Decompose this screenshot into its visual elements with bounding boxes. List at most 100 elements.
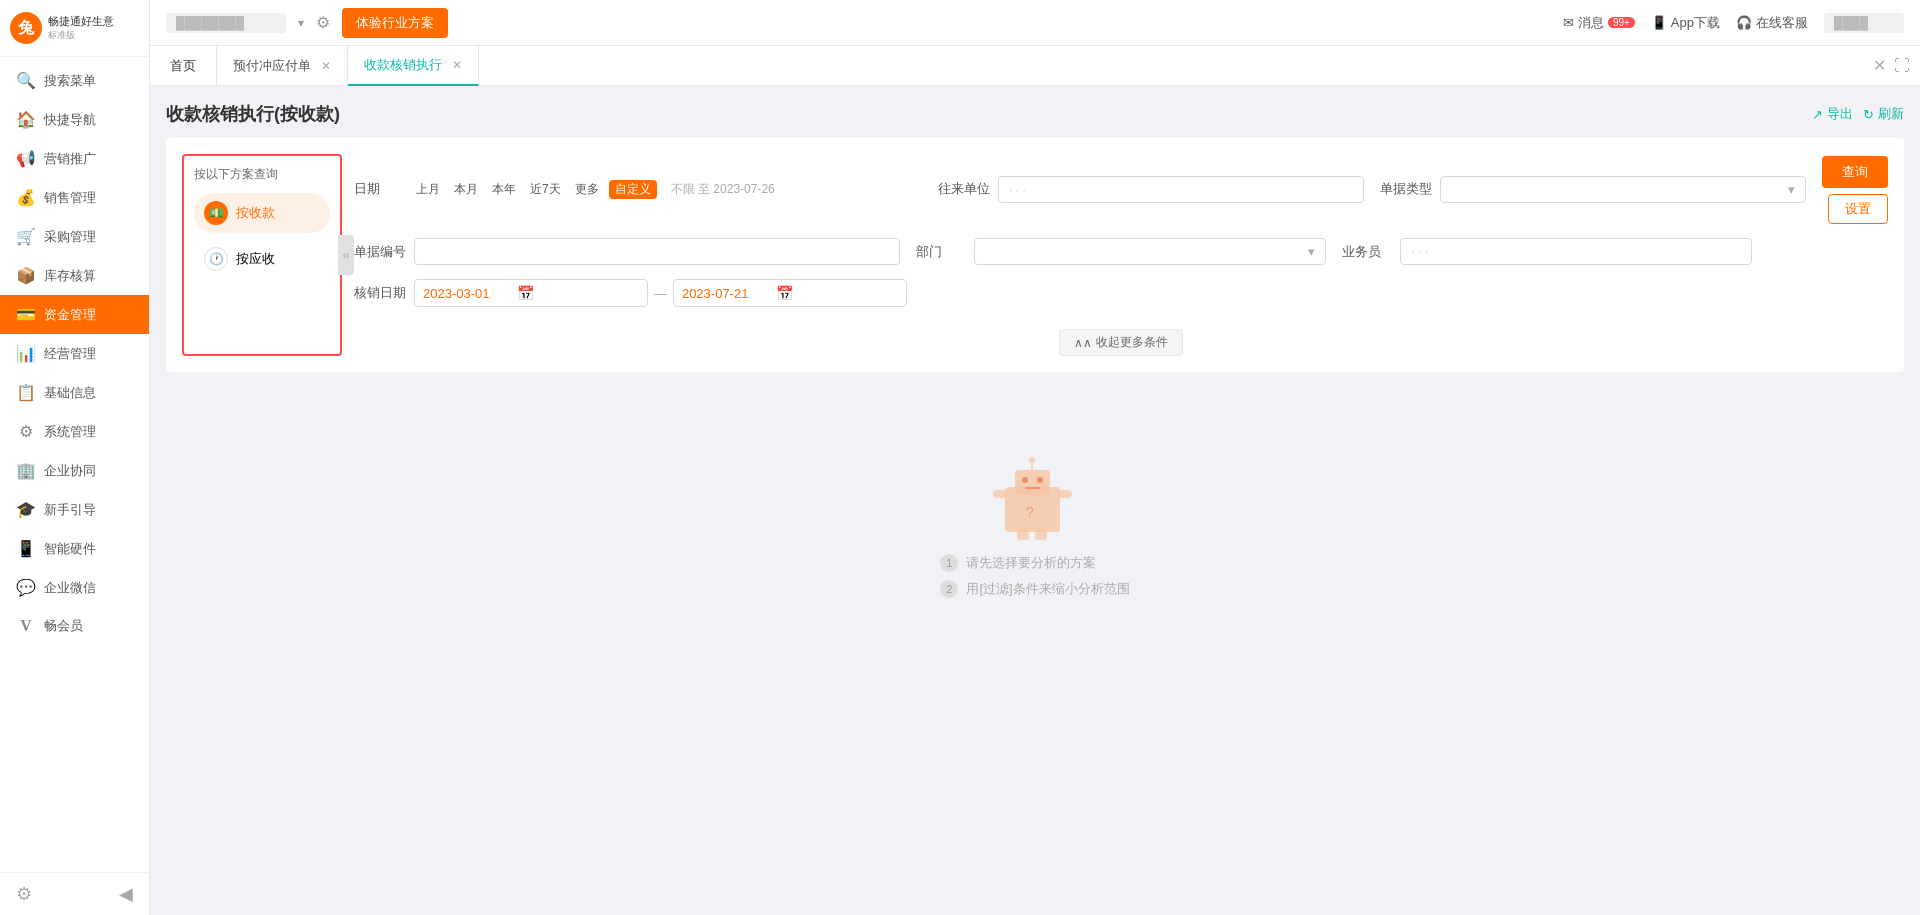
page-header: 收款核销执行(按收款) ↗ 导出 ↻ 刷新: [166, 102, 1904, 126]
download-icon: 📱: [1651, 15, 1667, 30]
staff-select[interactable]: ···: [1400, 238, 1752, 265]
sidebar-item-label: 畅会员: [44, 617, 83, 635]
tab-expand-icon[interactable]: ⛶: [1894, 57, 1910, 75]
svg-point-3: [1037, 477, 1043, 483]
verify-date-end-wrap[interactable]: 📅: [673, 279, 907, 307]
sidebar-item-label: 新手引导: [44, 501, 96, 519]
sidebar-item-purchase[interactable]: 🛒 采购管理: [0, 217, 149, 256]
brand-edition: 标准版: [48, 29, 114, 42]
partner-label: 往来单位: [938, 180, 990, 198]
sidebar-item-inventory[interactable]: 📦 库存核算: [0, 256, 149, 295]
guide-icon: 🎓: [16, 500, 36, 519]
sidebar-item-basic[interactable]: 📋 基础信息: [0, 373, 149, 412]
verify-date-start-wrap[interactable]: 📅: [414, 279, 648, 307]
filter-by-receivable[interactable]: 🕐 按应收: [194, 239, 330, 279]
tab-home[interactable]: 首页: [150, 46, 217, 86]
topbar: ████████ ▾ ⚙ 体验行业方案 ✉ 消息 99+ 📱 App下载 🎧 在…: [150, 0, 1920, 46]
export-label: 导出: [1827, 105, 1853, 123]
page-actions: ↗ 导出 ↻ 刷新: [1812, 105, 1904, 123]
sidebar-item-capital[interactable]: 💳 资金管理: [0, 295, 149, 334]
collapse-sidebar-icon[interactable]: ◀: [119, 883, 133, 905]
svg-rect-9: [1017, 530, 1029, 540]
sidebar-item-marketing[interactable]: 📢 营销推广: [0, 139, 149, 178]
export-btn[interactable]: ↗ 导出: [1812, 105, 1853, 123]
doc-no-input[interactable]: [414, 238, 900, 265]
svg-point-2: [1022, 477, 1028, 483]
dept-select[interactable]: ▾: [974, 238, 1326, 265]
tab-collection[interactable]: 收款核销执行 ✕: [348, 46, 479, 86]
date-range-verify: 📅 — 📅: [414, 279, 907, 307]
date-range-display: 不限 至 2023-07-26: [671, 181, 775, 198]
verify-date-start-input[interactable]: [423, 286, 513, 301]
date-last-month-btn[interactable]: 上月: [412, 179, 444, 200]
member-icon: V: [16, 617, 36, 635]
filter-area: 按以下方案查询 💵 按收款 🕐 按应收 ‹‹ 日期: [166, 138, 1904, 372]
message-btn[interactable]: ✉ 消息 99+: [1563, 14, 1635, 32]
topbar-gear-icon[interactable]: ⚙: [316, 13, 330, 32]
sidebar-item-enterprise[interactable]: 🏢 企业协同: [0, 451, 149, 490]
app-download-btn[interactable]: 📱 App下载: [1651, 14, 1720, 32]
date-more-btn[interactable]: 更多: [571, 179, 603, 200]
collection-icon: 💵: [204, 201, 228, 225]
filter-by-collection[interactable]: 💵 按收款: [194, 193, 330, 233]
tab-close-all-icon[interactable]: ✕: [1873, 56, 1886, 75]
partner-select[interactable]: ···: [998, 176, 1364, 203]
online-service-btn[interactable]: 🎧 在线客服: [1736, 14, 1808, 32]
filter-sidebar-toggle[interactable]: ‹‹: [338, 235, 354, 275]
sidebar-item-member[interactable]: V 畅会员: [0, 607, 149, 645]
collapse-btn[interactable]: ∧∧ 收起更多条件: [1059, 329, 1183, 356]
doc-type-select[interactable]: ▾: [1440, 176, 1806, 203]
verify-date-end-input[interactable]: [682, 286, 772, 301]
robot-svg: ?: [985, 452, 1085, 542]
topbar-industry-btn[interactable]: 体验行业方案: [342, 8, 448, 38]
filter-sidebar-title: 按以下方案查询: [194, 166, 330, 183]
topbar-dropdown-arrow[interactable]: ▾: [298, 16, 304, 30]
verify-date-label: 核销日期: [354, 284, 406, 302]
logo-icon: 兔: [10, 12, 42, 44]
tab-prepay-close[interactable]: ✕: [321, 59, 331, 73]
sidebar-item-wechat[interactable]: 💬 企业微信: [0, 568, 149, 607]
service-icon: 🎧: [1736, 15, 1752, 30]
sidebar-item-quick-nav[interactable]: 🏠 快捷导航: [0, 100, 149, 139]
tab-collection-close[interactable]: ✕: [452, 58, 462, 72]
filter-buttons: 查询 设置: [1822, 154, 1888, 224]
calendar-end-icon: 📅: [776, 285, 793, 301]
date-this-year-btn[interactable]: 本年: [488, 179, 520, 200]
sidebar-item-sales[interactable]: 💰 销售管理: [0, 178, 149, 217]
query-btn[interactable]: 查询: [1822, 156, 1888, 188]
sidebar-item-label: 企业协同: [44, 462, 96, 480]
sidebar-item-guide[interactable]: 🎓 新手引导: [0, 490, 149, 529]
app-download-label: App下载: [1671, 14, 1720, 32]
staff-label: 业务员: [1342, 243, 1392, 261]
date-last-7days-btn[interactable]: 近7天: [526, 179, 565, 200]
settings-footer-icon[interactable]: ⚙: [16, 883, 32, 905]
topbar-brand: ████████: [166, 13, 286, 33]
dept-label: 部门: [916, 243, 966, 261]
sidebar-item-hardware[interactable]: 📱 智能硬件: [0, 529, 149, 568]
main-area: ████████ ▾ ⚙ 体验行业方案 ✉ 消息 99+ 📱 App下载 🎧 在…: [150, 0, 1920, 915]
sidebar-item-business[interactable]: 📊 经营管理: [0, 334, 149, 373]
message-label: 消息: [1578, 14, 1604, 32]
sidebar-item-label: 资金管理: [44, 306, 96, 324]
date-custom-tag[interactable]: 自定义: [609, 180, 657, 199]
message-badge: 99+: [1608, 17, 1635, 28]
date-field: 日期 上月 本月 本年 近7天 更多 自定义 不限 至 2023-07-26: [354, 179, 922, 200]
refresh-btn[interactable]: ↻ 刷新: [1863, 105, 1904, 123]
tab-home-label: 首页: [170, 57, 196, 75]
collapse-icon: ∧∧: [1074, 336, 1092, 350]
doc-type-label: 单据类型: [1380, 180, 1432, 198]
receivable-icon: 🕐: [204, 247, 228, 271]
tab-prepay[interactable]: 预付冲应付单 ✕: [217, 46, 348, 86]
sidebar-item-label: 智能硬件: [44, 540, 96, 558]
sidebar-item-search-menu[interactable]: 🔍 搜索菜单: [0, 61, 149, 100]
date-this-month-btn[interactable]: 本月: [450, 179, 482, 200]
tip-text-2: 用[过滤]条件来缩小分析范围: [966, 580, 1129, 598]
settings-btn[interactable]: 设置: [1828, 194, 1888, 224]
refresh-label: 刷新: [1878, 105, 1904, 123]
sidebar-logo: 兔 畅捷通好生意 标准版: [0, 0, 149, 57]
filter-row-1: 日期 上月 本月 本年 近7天 更多 自定义 不限 至 2023-07-26 往…: [354, 154, 1888, 224]
sidebar-item-system[interactable]: ⚙ 系统管理: [0, 412, 149, 451]
search-menu-icon: 🔍: [16, 71, 36, 90]
doc-no-label: 单据编号: [354, 243, 406, 261]
online-service-label: 在线客服: [1756, 14, 1808, 32]
